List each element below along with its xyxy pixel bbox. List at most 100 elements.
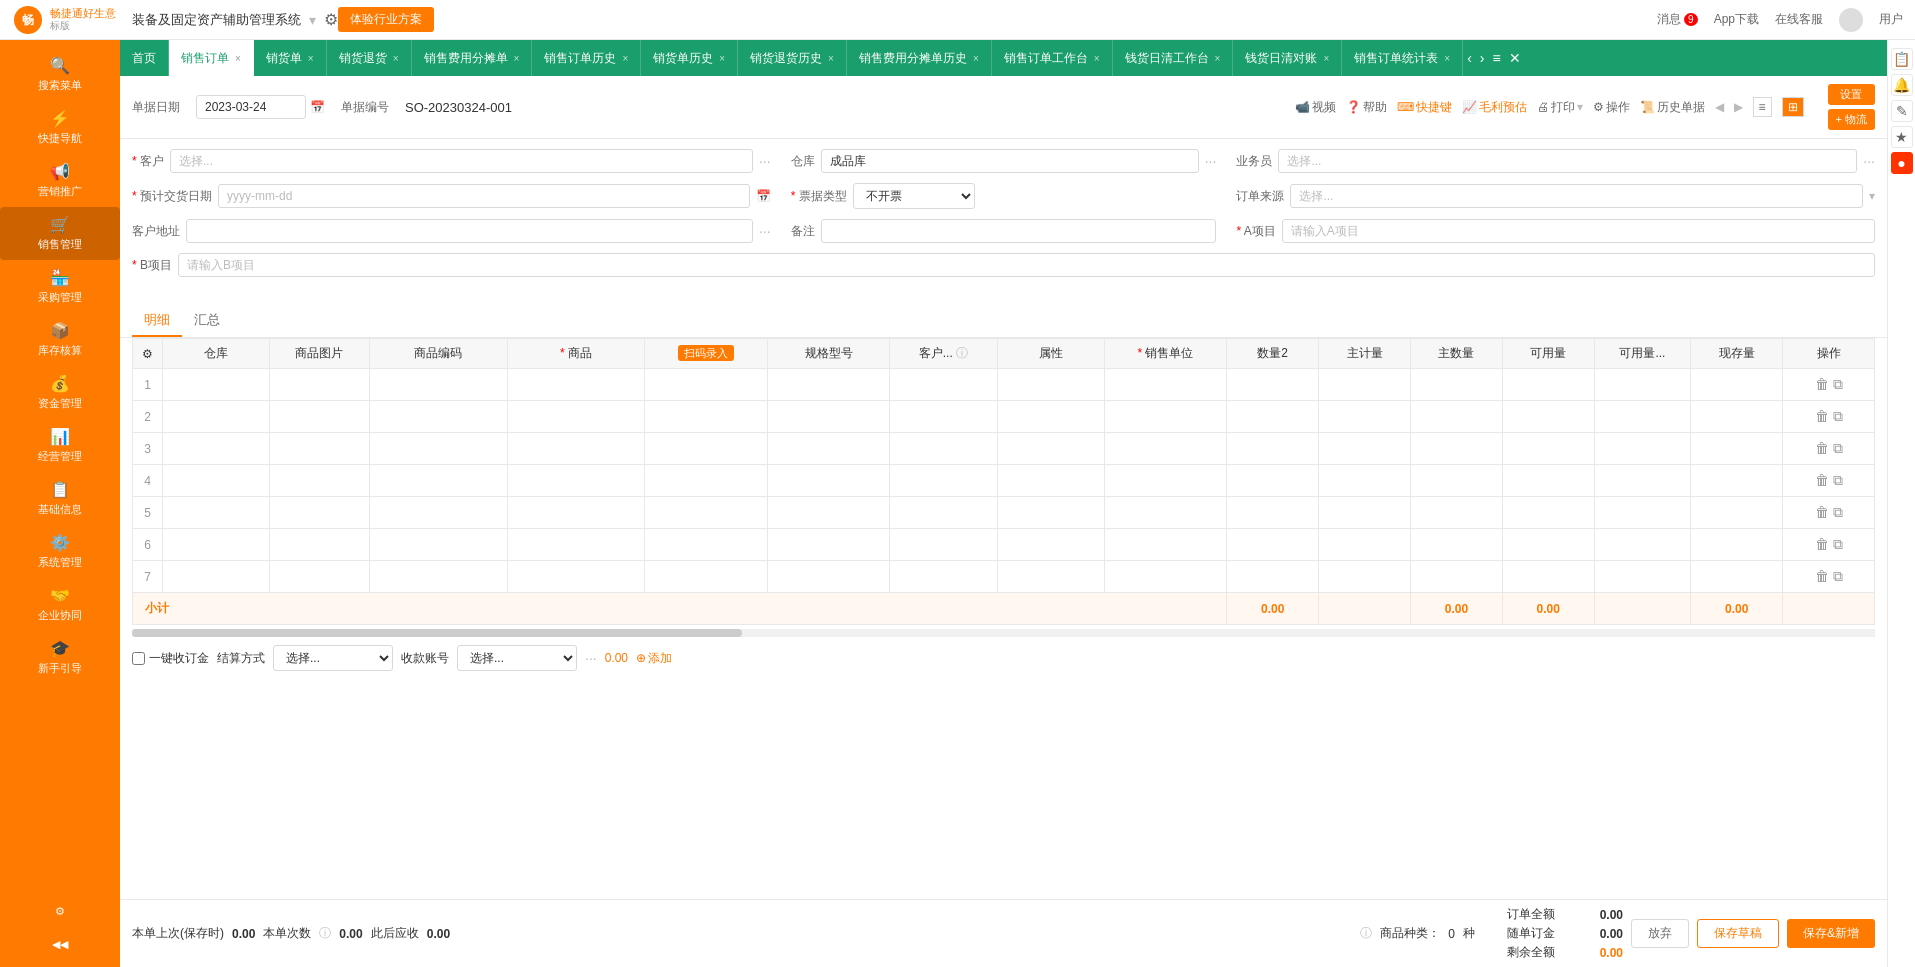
- row-product[interactable]: [507, 497, 645, 529]
- sidebar-item-search[interactable]: 🔍 搜索菜单: [0, 48, 120, 101]
- row-product[interactable]: [507, 529, 645, 561]
- col-header-gear[interactable]: ⚙: [133, 339, 163, 369]
- row-spec[interactable]: [767, 561, 890, 593]
- row-qty2[interactable]: [1227, 465, 1319, 497]
- tab-close-icon[interactable]: ×: [1094, 53, 1100, 64]
- online-service-btn[interactable]: 在线客服: [1775, 11, 1823, 28]
- row-cust[interactable]: [890, 497, 997, 529]
- tab-close-icon[interactable]: ×: [514, 53, 520, 64]
- row-product[interactable]: [507, 401, 645, 433]
- row-copy-icon[interactable]: ⧉: [1833, 376, 1843, 393]
- tab-more-btn[interactable]: ≡: [1488, 50, 1504, 66]
- user-avatar[interactable]: [1839, 8, 1863, 32]
- row-unit[interactable]: [1104, 529, 1227, 561]
- one-click-label[interactable]: 一键收订金: [132, 650, 209, 667]
- row-cust[interactable]: [890, 369, 997, 401]
- staff-ellipsis-icon[interactable]: ···: [1863, 153, 1875, 169]
- date-input[interactable]: [196, 95, 306, 119]
- row-qty2[interactable]: [1227, 401, 1319, 433]
- sidebar-item-purchase[interactable]: 🏪 采购管理: [0, 260, 120, 313]
- tab-scroll-right-btn[interactable]: ›: [1476, 50, 1489, 66]
- tab-close-icon[interactable]: ×: [828, 53, 834, 64]
- row-code[interactable]: [369, 465, 507, 497]
- row-unit[interactable]: [1104, 401, 1227, 433]
- tab-close-icon[interactable]: ×: [973, 53, 979, 64]
- row-code[interactable]: [369, 369, 507, 401]
- row-unit[interactable]: [1104, 497, 1227, 529]
- row-code[interactable]: [369, 401, 507, 433]
- app-download-btn[interactable]: App下载: [1714, 11, 1759, 28]
- row-warehouse[interactable]: [163, 433, 270, 465]
- row-cust[interactable]: [890, 529, 997, 561]
- nav-prev-icon[interactable]: ◀: [1715, 100, 1724, 114]
- tab-sales-report[interactable]: 销售订单统计表 ×: [1342, 40, 1463, 76]
- row-unit[interactable]: [1104, 433, 1227, 465]
- tab-scroll-left-btn[interactable]: ‹: [1463, 50, 1476, 66]
- row-attr[interactable]: [997, 561, 1104, 593]
- row-spec[interactable]: [767, 401, 890, 433]
- row-warehouse[interactable]: [163, 561, 270, 593]
- row-cust[interactable]: [890, 465, 997, 497]
- shortcut-btn[interactable]: ⌨ 快捷键: [1397, 99, 1452, 116]
- row-mainqty[interactable]: [1410, 497, 1502, 529]
- calendar-icon[interactable]: 📅: [310, 100, 325, 114]
- tab-close-icon[interactable]: ×: [719, 53, 725, 64]
- tab-order-workspace[interactable]: 销售订单工作台 ×: [992, 40, 1113, 76]
- tab-sales-order[interactable]: 销售订单 ×: [169, 40, 254, 76]
- right-icon-3[interactable]: ✎: [1891, 100, 1913, 122]
- row-product[interactable]: [507, 369, 645, 401]
- sidebar-item-shortcut[interactable]: ⚡ 快捷导航: [0, 101, 120, 154]
- tab-sales-invoice[interactable]: 销货单 ×: [254, 40, 327, 76]
- tab-daily-workspace[interactable]: 钱货日清工作台 ×: [1113, 40, 1234, 76]
- cust-info-icon[interactable]: ⓘ: [956, 346, 968, 360]
- sidebar-item-basic[interactable]: 📋 基础信息: [0, 472, 120, 525]
- row-spec[interactable]: [767, 497, 890, 529]
- goods-count-icon[interactable]: ⓘ: [1360, 925, 1372, 942]
- row-attr[interactable]: [997, 529, 1104, 561]
- settings-float-btn[interactable]: 设置: [1828, 84, 1875, 105]
- tab-order-history[interactable]: 销售订单历史 ×: [532, 40, 641, 76]
- row-delete-icon[interactable]: 🗑: [1815, 504, 1829, 521]
- row-product[interactable]: [507, 465, 645, 497]
- nav-next-icon[interactable]: ▶: [1734, 100, 1743, 114]
- row-spec[interactable]: [767, 369, 890, 401]
- row-copy-icon[interactable]: ⧉: [1833, 408, 1843, 425]
- sidebar-item-enterprise[interactable]: 🤝 企业协同: [0, 578, 120, 631]
- right-icon-2[interactable]: 🔔: [1891, 74, 1913, 96]
- save-draft-button[interactable]: 保存草稿: [1697, 919, 1779, 948]
- right-icon-5[interactable]: ●: [1891, 152, 1913, 174]
- table-scrollbar[interactable]: [132, 629, 1875, 637]
- row-mainqty[interactable]: [1410, 369, 1502, 401]
- row-spec[interactable]: [767, 433, 890, 465]
- operation-btn[interactable]: ⚙ 操作: [1593, 99, 1630, 116]
- row-spec[interactable]: [767, 465, 890, 497]
- row-mainqty[interactable]: [1410, 529, 1502, 561]
- row-cust[interactable]: [890, 561, 997, 593]
- row-mainqty[interactable]: [1410, 561, 1502, 593]
- add-goods-float-btn[interactable]: + 物流: [1828, 109, 1875, 130]
- history-btn[interactable]: 📜 历史单据: [1640, 99, 1705, 116]
- tab-invoice-history[interactable]: 销货单历史 ×: [641, 40, 738, 76]
- row-delete-icon[interactable]: 🗑: [1815, 568, 1829, 585]
- right-icon-4[interactable]: ★: [1891, 126, 1913, 148]
- row-mainqty[interactable]: [1410, 401, 1502, 433]
- customer-input[interactable]: [170, 149, 753, 173]
- scan-btn[interactable]: 扫码录入: [678, 345, 734, 361]
- address-ellipsis-icon[interactable]: ···: [759, 223, 771, 239]
- row-copy-icon[interactable]: ⧉: [1833, 440, 1843, 457]
- tab-return-history[interactable]: 销货退货历史 ×: [738, 40, 847, 76]
- row-mainqty[interactable]: [1410, 433, 1502, 465]
- row-qty2[interactable]: [1227, 497, 1319, 529]
- row-mainqty[interactable]: [1410, 465, 1502, 497]
- sidebar-item-system[interactable]: ⚙️ 系统管理: [0, 525, 120, 578]
- message-btn[interactable]: 消息 9: [1657, 11, 1698, 28]
- list-view-icon[interactable]: ≡: [1753, 97, 1772, 117]
- tab-close-icon[interactable]: ×: [1444, 53, 1450, 64]
- discard-button[interactable]: 放弃: [1631, 919, 1689, 948]
- address-input[interactable]: [186, 219, 753, 243]
- row-warehouse[interactable]: [163, 497, 270, 529]
- tab-fee-history[interactable]: 销售费用分摊单历史 ×: [847, 40, 992, 76]
- a-project-input[interactable]: [1282, 219, 1875, 243]
- tab-close-icon[interactable]: ×: [1323, 53, 1329, 64]
- sidebar-item-sales[interactable]: 🛒 销售管理: [0, 207, 120, 260]
